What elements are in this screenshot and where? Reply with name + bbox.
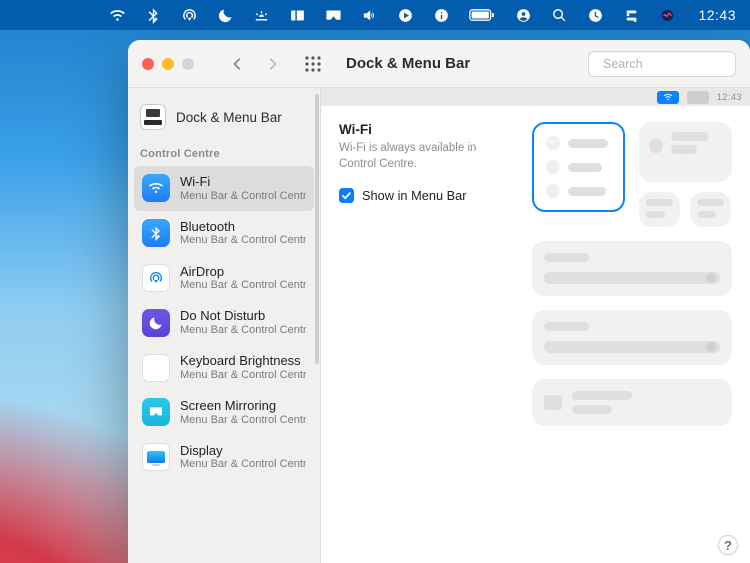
dock-menubar-icon <box>140 104 166 130</box>
clock-icon[interactable] <box>586 6 604 24</box>
wifi-icon[interactable] <box>108 6 126 24</box>
sidebar-item-sublabel: Menu Bar & Control Centre <box>180 414 306 427</box>
user-icon[interactable] <box>514 6 532 24</box>
back-button[interactable] <box>226 52 250 76</box>
setting-description: Wi-Fi is always available in Control Cen… <box>339 141 512 172</box>
close-button[interactable] <box>142 58 154 70</box>
preview-tile <box>639 192 680 227</box>
system-preferences-window: Dock & Menu Bar Dock & Menu Bar Control … <box>128 40 750 563</box>
keyboard-brightness-icon <box>142 354 170 382</box>
sidebar-item-label: Display <box>180 443 306 459</box>
screen-mirroring-icon[interactable] <box>324 6 342 24</box>
play-icon[interactable] <box>396 6 414 24</box>
sidebar-item-label: Screen Mirroring <box>180 398 306 414</box>
wifi-dot-icon <box>546 136 560 150</box>
sidebar-item-sublabel: Menu Bar & Control Centre <box>180 279 306 292</box>
preview-tile <box>639 122 732 182</box>
stage-manager-icon[interactable] <box>288 6 306 24</box>
display-icon <box>142 443 170 471</box>
bluetooth-icon[interactable] <box>144 6 162 24</box>
help-button[interactable]: ? <box>718 535 738 555</box>
preview-slider-tile <box>532 241 732 296</box>
window-title: Dock & Menu Bar <box>346 55 470 72</box>
sidebar-item-label: Bluetooth <box>180 219 306 235</box>
siri-icon[interactable] <box>658 6 676 24</box>
sidebar-item-screen-mirroring[interactable]: Screen Mirroring Menu Bar & Control Cent… <box>134 390 314 435</box>
spotlight-icon[interactable] <box>550 6 568 24</box>
volume-icon[interactable] <box>360 6 378 24</box>
sidebar-item-bluetooth[interactable]: Bluetooth Menu Bar & Control Centre <box>134 211 314 256</box>
control-centre-icon[interactable] <box>622 6 640 24</box>
info-icon[interactable] <box>432 6 450 24</box>
traffic-lights <box>142 58 194 70</box>
sidebar-item-label: Wi-Fi <box>180 174 306 190</box>
sidebar-item-dnd[interactable]: Do Not Disturb Menu Bar & Control Centre <box>134 300 314 345</box>
preview-tile <box>690 192 731 227</box>
search-field[interactable] <box>588 51 736 77</box>
sidebar-item-label: Do Not Disturb <box>180 308 306 324</box>
preview-wifi-chip <box>657 91 679 104</box>
moon-icon <box>142 309 170 337</box>
bluetooth-icon <box>142 219 170 247</box>
album-art-placeholder <box>544 395 562 410</box>
show-all-grid-button[interactable] <box>302 53 324 75</box>
screen-mirroring-icon <box>142 398 170 426</box>
preview-slider-tile <box>532 310 732 365</box>
keyboard-brightness-icon[interactable] <box>252 6 270 24</box>
sidebar-item-label: Keyboard Brightness <box>180 353 306 369</box>
sidebar-item-sublabel: Menu Bar & Control Centre <box>180 324 306 337</box>
system-menu-bar: 12:43 <box>0 0 750 30</box>
sidebar-item-label: AirDrop <box>180 264 306 280</box>
show-in-menubar-row[interactable]: Show in Menu Bar <box>339 188 512 203</box>
control-centre-preview <box>532 122 732 545</box>
show-in-menubar-label: Show in Menu Bar <box>362 188 467 203</box>
battery-icon[interactable] <box>468 6 496 24</box>
sidebar-item-airdrop[interactable]: AirDrop Menu Bar & Control Centre <box>134 256 314 301</box>
search-input[interactable] <box>603 57 750 71</box>
preview-menubar-strip: 12:43 <box>321 88 750 106</box>
sidebar-group-title: Control Centre <box>134 144 314 166</box>
sidebar-header-label: Dock & Menu Bar <box>176 110 282 125</box>
preview-strip-time: 12:43 <box>717 92 742 103</box>
sidebar-item-sublabel: Menu Bar & Control Centre <box>180 369 306 382</box>
content-pane: 12:43 Wi-Fi Wi-Fi is always available in… <box>321 88 750 563</box>
preview-tile-highlighted <box>532 122 625 212</box>
sidebar-item-dock-menubar[interactable]: Dock & Menu Bar <box>134 94 314 144</box>
airdrop-icon[interactable] <box>180 6 198 24</box>
forward-button[interactable] <box>260 52 284 76</box>
setting-heading: Wi-Fi <box>339 122 512 137</box>
sidebar-item-display[interactable]: Display Menu Bar & Control Centre <box>134 435 314 480</box>
preview-grey-chip <box>687 91 709 104</box>
minimize-button[interactable] <box>162 58 174 70</box>
sidebar-item-sublabel: Menu Bar & Control Centre <box>180 458 306 471</box>
maximize-button[interactable] <box>182 58 194 70</box>
show-in-menubar-checkbox[interactable] <box>339 188 354 203</box>
sidebar-item-sublabel: Menu Bar & Control Centre <box>180 190 306 203</box>
window-titlebar: Dock & Menu Bar <box>128 40 750 88</box>
menu-bar-clock[interactable]: 12:43 <box>698 7 736 23</box>
moon-icon[interactable] <box>216 6 234 24</box>
sidebar-item-wifi[interactable]: Wi-Fi Menu Bar & Control Centre <box>134 166 314 211</box>
sidebar-item-kb-brightness[interactable]: Keyboard Brightness Menu Bar & Control C… <box>134 345 314 390</box>
sidebar: Dock & Menu Bar Control Centre Wi-Fi Men… <box>128 88 321 563</box>
wifi-icon <box>142 174 170 202</box>
preview-media-tile <box>532 379 732 426</box>
sidebar-item-sublabel: Menu Bar & Control Centre <box>180 234 306 247</box>
airdrop-icon <box>142 264 170 292</box>
